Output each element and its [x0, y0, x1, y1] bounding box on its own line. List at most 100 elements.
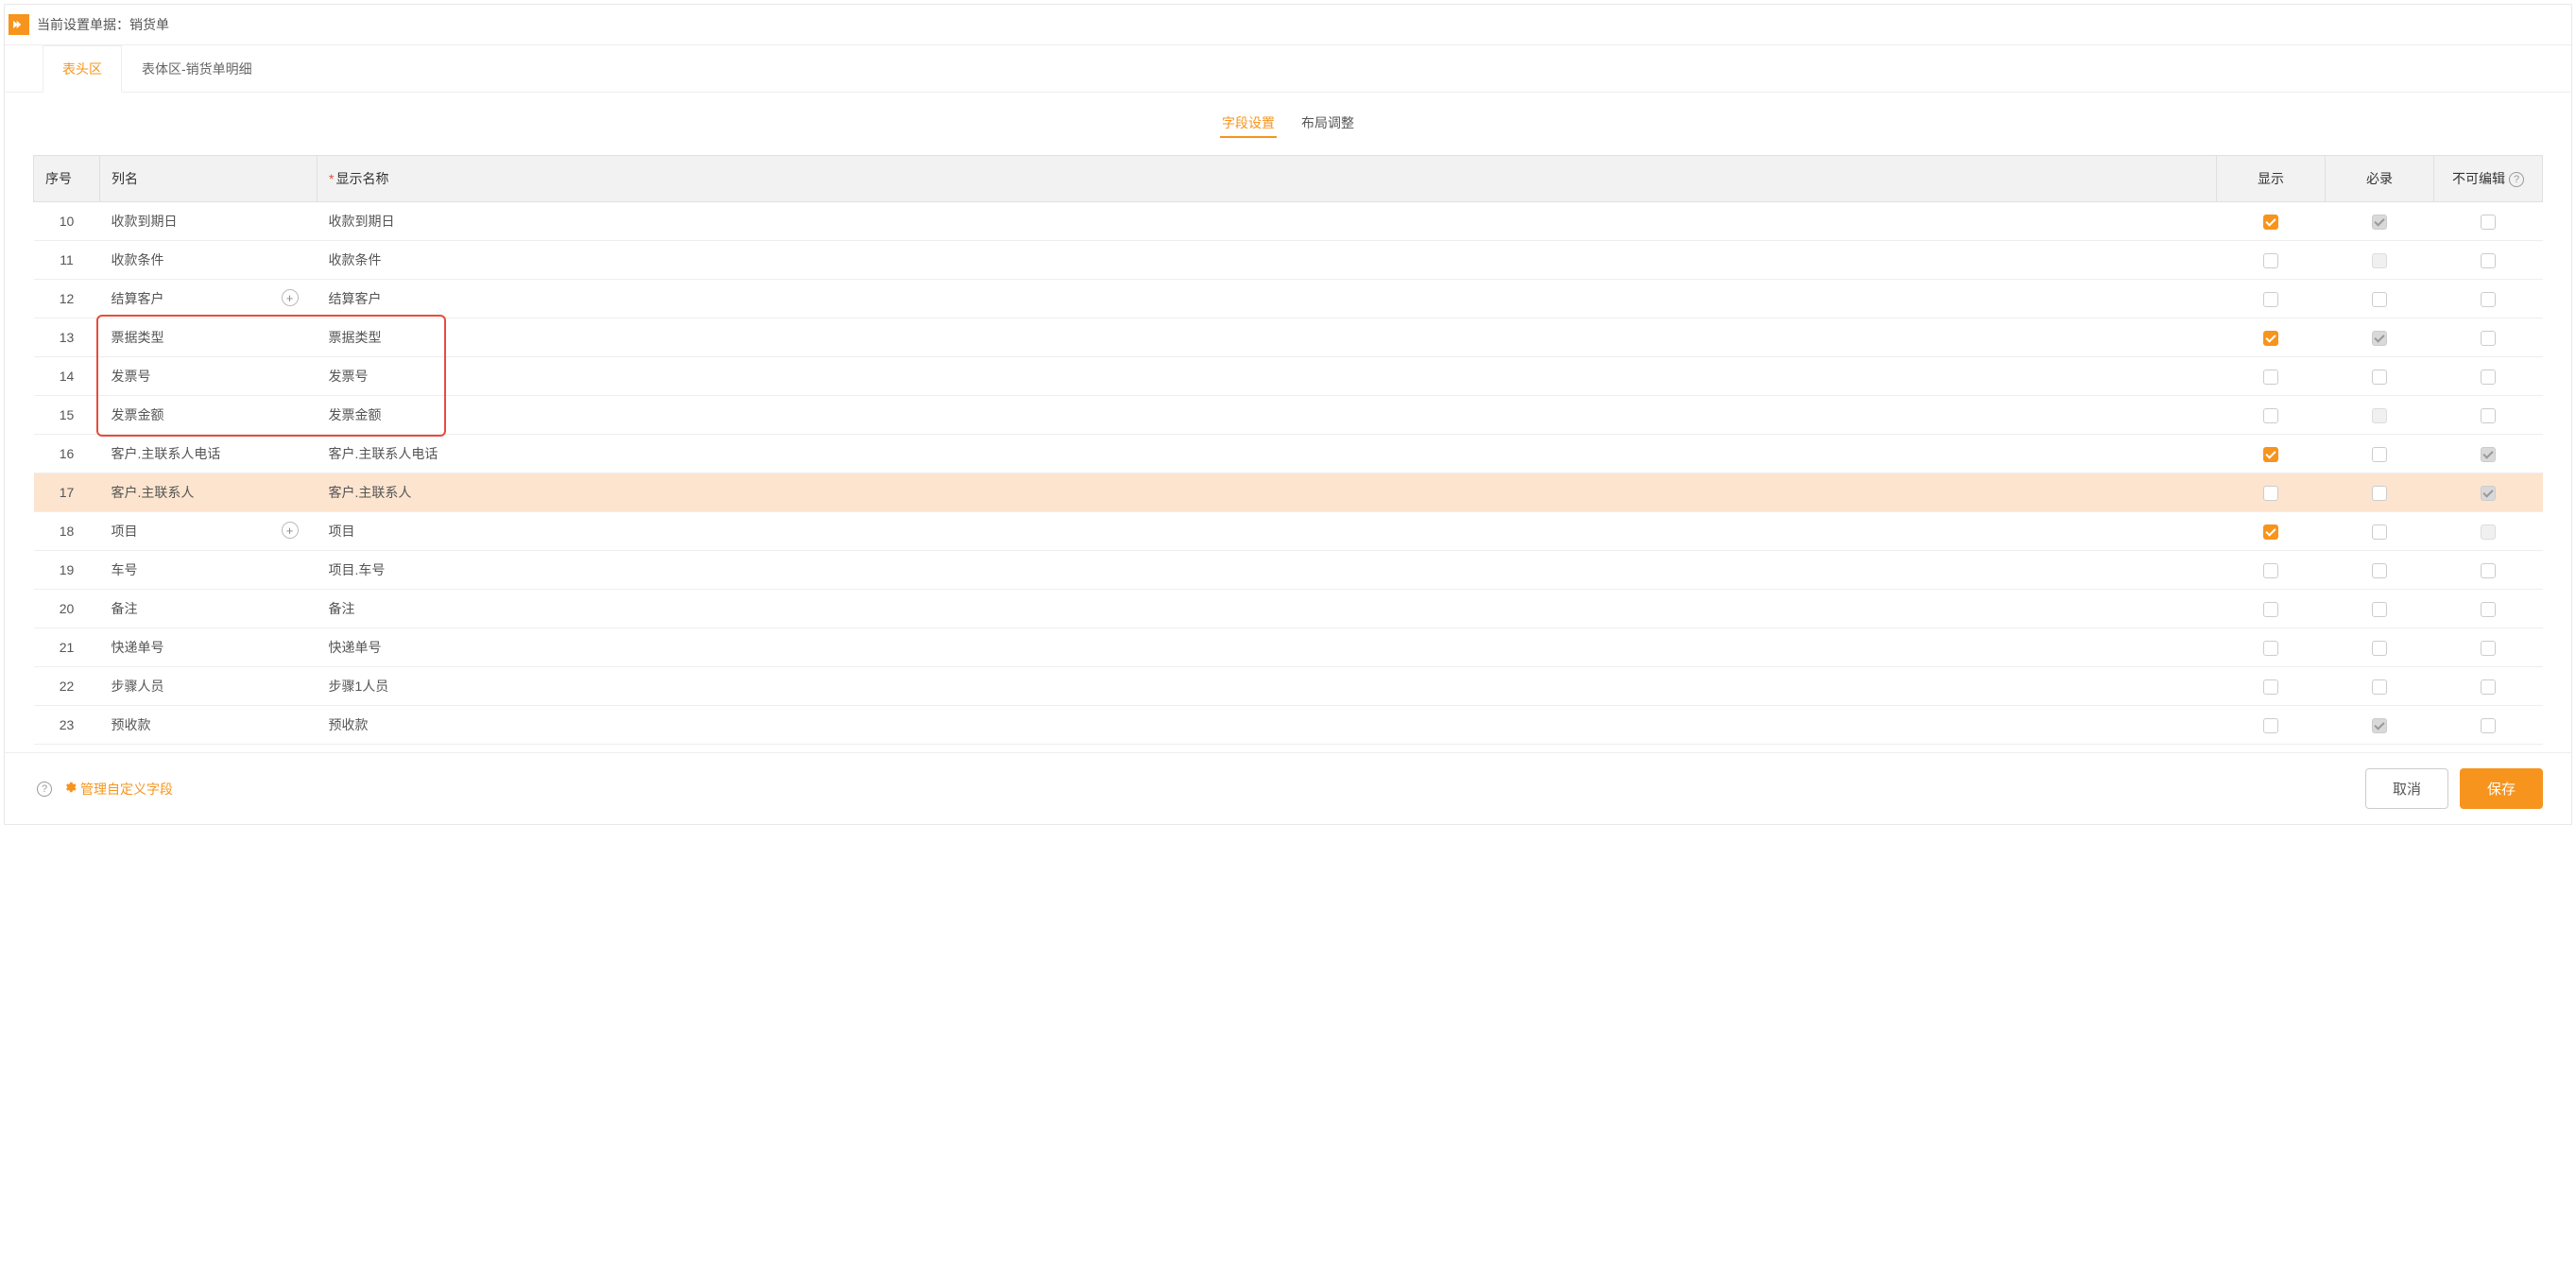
- checkbox-show[interactable]: [2263, 486, 2278, 501]
- cell-show: [2217, 667, 2326, 706]
- plus-icon[interactable]: +: [282, 522, 299, 539]
- tab-primary-0[interactable]: 表头区: [43, 45, 122, 93]
- checkbox-required: [2372, 215, 2387, 230]
- table-row[interactable]: 10收款到期日收款到期日: [34, 202, 2543, 241]
- checkbox-show[interactable]: [2263, 602, 2278, 617]
- checkbox-readonly: [2481, 524, 2496, 540]
- checkbox-readonly[interactable]: [2481, 641, 2496, 656]
- checkbox-required: [2372, 718, 2387, 733]
- cell-readonly: [2434, 590, 2543, 628]
- cell-display-name[interactable]: 结算客户: [318, 280, 2217, 318]
- table-row[interactable]: 19车号项目.车号: [34, 551, 2543, 590]
- cell-display-name[interactable]: 项目.车号: [318, 551, 2217, 590]
- plus-icon[interactable]: +: [282, 289, 299, 306]
- checkbox-readonly[interactable]: [2481, 253, 2496, 268]
- cell-name: 收款条件: [100, 241, 318, 280]
- checkbox-show[interactable]: [2263, 215, 2278, 230]
- checkbox-required[interactable]: [2372, 486, 2387, 501]
- cell-required: [2326, 357, 2434, 396]
- th-readonly: 不可编辑?: [2434, 156, 2543, 202]
- checkbox-show[interactable]: [2263, 679, 2278, 695]
- checkbox-required[interactable]: [2372, 524, 2387, 540]
- cell-readonly: [2434, 357, 2543, 396]
- table-row[interactable]: 18项目+项目: [34, 512, 2543, 551]
- cancel-button[interactable]: 取消: [2365, 768, 2448, 809]
- cell-display-name[interactable]: 客户.主联系人: [318, 473, 2217, 512]
- checkbox-show[interactable]: [2263, 524, 2278, 540]
- checkbox-show[interactable]: [2263, 253, 2278, 268]
- footer-help-icon[interactable]: ?: [37, 782, 52, 797]
- checkbox-readonly[interactable]: [2481, 679, 2496, 695]
- cell-display-name[interactable]: 项目: [318, 512, 2217, 551]
- checkbox-required[interactable]: [2372, 602, 2387, 617]
- cell-display-name[interactable]: 收款到期日: [318, 202, 2217, 241]
- checkbox-show[interactable]: [2263, 408, 2278, 423]
- table-row[interactable]: 14发票号发票号: [34, 357, 2543, 396]
- checkbox-required[interactable]: [2372, 563, 2387, 578]
- table-row[interactable]: 11收款条件收款条件: [34, 241, 2543, 280]
- table-row[interactable]: 12结算客户+结算客户: [34, 280, 2543, 318]
- table-row[interactable]: 15发票金额发票金额: [34, 396, 2543, 435]
- checkbox-show[interactable]: [2263, 718, 2278, 733]
- table-row[interactable]: 16客户.主联系人电话客户.主联系人电话: [34, 435, 2543, 473]
- cell-display-name[interactable]: 发票号: [318, 357, 2217, 396]
- table-row[interactable]: 22步骤人员步骤1人员: [34, 667, 2543, 706]
- checkbox-readonly[interactable]: [2481, 331, 2496, 346]
- cell-display-name[interactable]: 发票金额: [318, 396, 2217, 435]
- cell-seq: 14: [34, 357, 100, 396]
- cell-display-name[interactable]: 步骤1人员: [318, 667, 2217, 706]
- cell-show: [2217, 551, 2326, 590]
- checkbox-show[interactable]: [2263, 563, 2278, 578]
- checkbox-required[interactable]: [2372, 292, 2387, 307]
- checkbox-show[interactable]: [2263, 292, 2278, 307]
- checkbox-required[interactable]: [2372, 447, 2387, 462]
- cell-display-name[interactable]: 快递单号: [318, 628, 2217, 667]
- checkbox-required: [2372, 253, 2387, 268]
- checkbox-readonly[interactable]: [2481, 370, 2496, 385]
- tab-secondary-1[interactable]: 布局调整: [1299, 110, 1356, 138]
- checkbox-readonly[interactable]: [2481, 718, 2496, 733]
- table-row[interactable]: 17客户.主联系人客户.主联系人: [34, 473, 2543, 512]
- tab-primary-1[interactable]: 表体区-销货单明细: [122, 45, 272, 93]
- save-button[interactable]: 保存: [2460, 768, 2543, 809]
- cell-required: [2326, 628, 2434, 667]
- th-name: 列名: [100, 156, 318, 202]
- table-row[interactable]: 23预收款预收款: [34, 706, 2543, 745]
- table-row[interactable]: 20备注备注: [34, 590, 2543, 628]
- cell-display-name[interactable]: 收款条件: [318, 241, 2217, 280]
- th-display-name: *显示名称: [318, 156, 2217, 202]
- checkbox-readonly[interactable]: [2481, 563, 2496, 578]
- checkbox-show[interactable]: [2263, 641, 2278, 656]
- help-icon[interactable]: ?: [2509, 172, 2524, 187]
- manage-custom-fields-link[interactable]: 管理自定义字段: [63, 780, 173, 799]
- cell-display-name[interactable]: 客户.主联系人电话: [318, 435, 2217, 473]
- cell-required: [2326, 706, 2434, 745]
- cell-required: [2326, 280, 2434, 318]
- th-show: 显示: [2217, 156, 2326, 202]
- checkbox-required[interactable]: [2372, 370, 2387, 385]
- cell-readonly: [2434, 435, 2543, 473]
- tab-secondary-0[interactable]: 字段设置: [1220, 110, 1277, 138]
- checkbox-readonly[interactable]: [2481, 408, 2496, 423]
- checkbox-show[interactable]: [2263, 447, 2278, 462]
- cell-seq: 20: [34, 590, 100, 628]
- cell-readonly: [2434, 318, 2543, 357]
- checkbox-required[interactable]: [2372, 641, 2387, 656]
- checkbox-readonly: [2481, 447, 2496, 462]
- cell-display-name[interactable]: 预收款: [318, 706, 2217, 745]
- checkbox-show[interactable]: [2263, 370, 2278, 385]
- checkbox-readonly[interactable]: [2481, 602, 2496, 617]
- table-row[interactable]: 13票据类型票据类型: [34, 318, 2543, 357]
- cell-display-name[interactable]: 备注: [318, 590, 2217, 628]
- table-row[interactable]: 21快递单号快递单号: [34, 628, 2543, 667]
- checkbox-show[interactable]: [2263, 331, 2278, 346]
- checkbox-readonly[interactable]: [2481, 215, 2496, 230]
- cell-name: 票据类型: [100, 318, 318, 357]
- expand-panel-icon[interactable]: [9, 14, 29, 35]
- checkbox-readonly[interactable]: [2481, 292, 2496, 307]
- cell-display-name[interactable]: 票据类型: [318, 318, 2217, 357]
- checkbox-required[interactable]: [2372, 679, 2387, 695]
- checkbox-readonly: [2481, 486, 2496, 501]
- cell-required: [2326, 667, 2434, 706]
- cell-name: 结算客户+: [100, 280, 318, 318]
